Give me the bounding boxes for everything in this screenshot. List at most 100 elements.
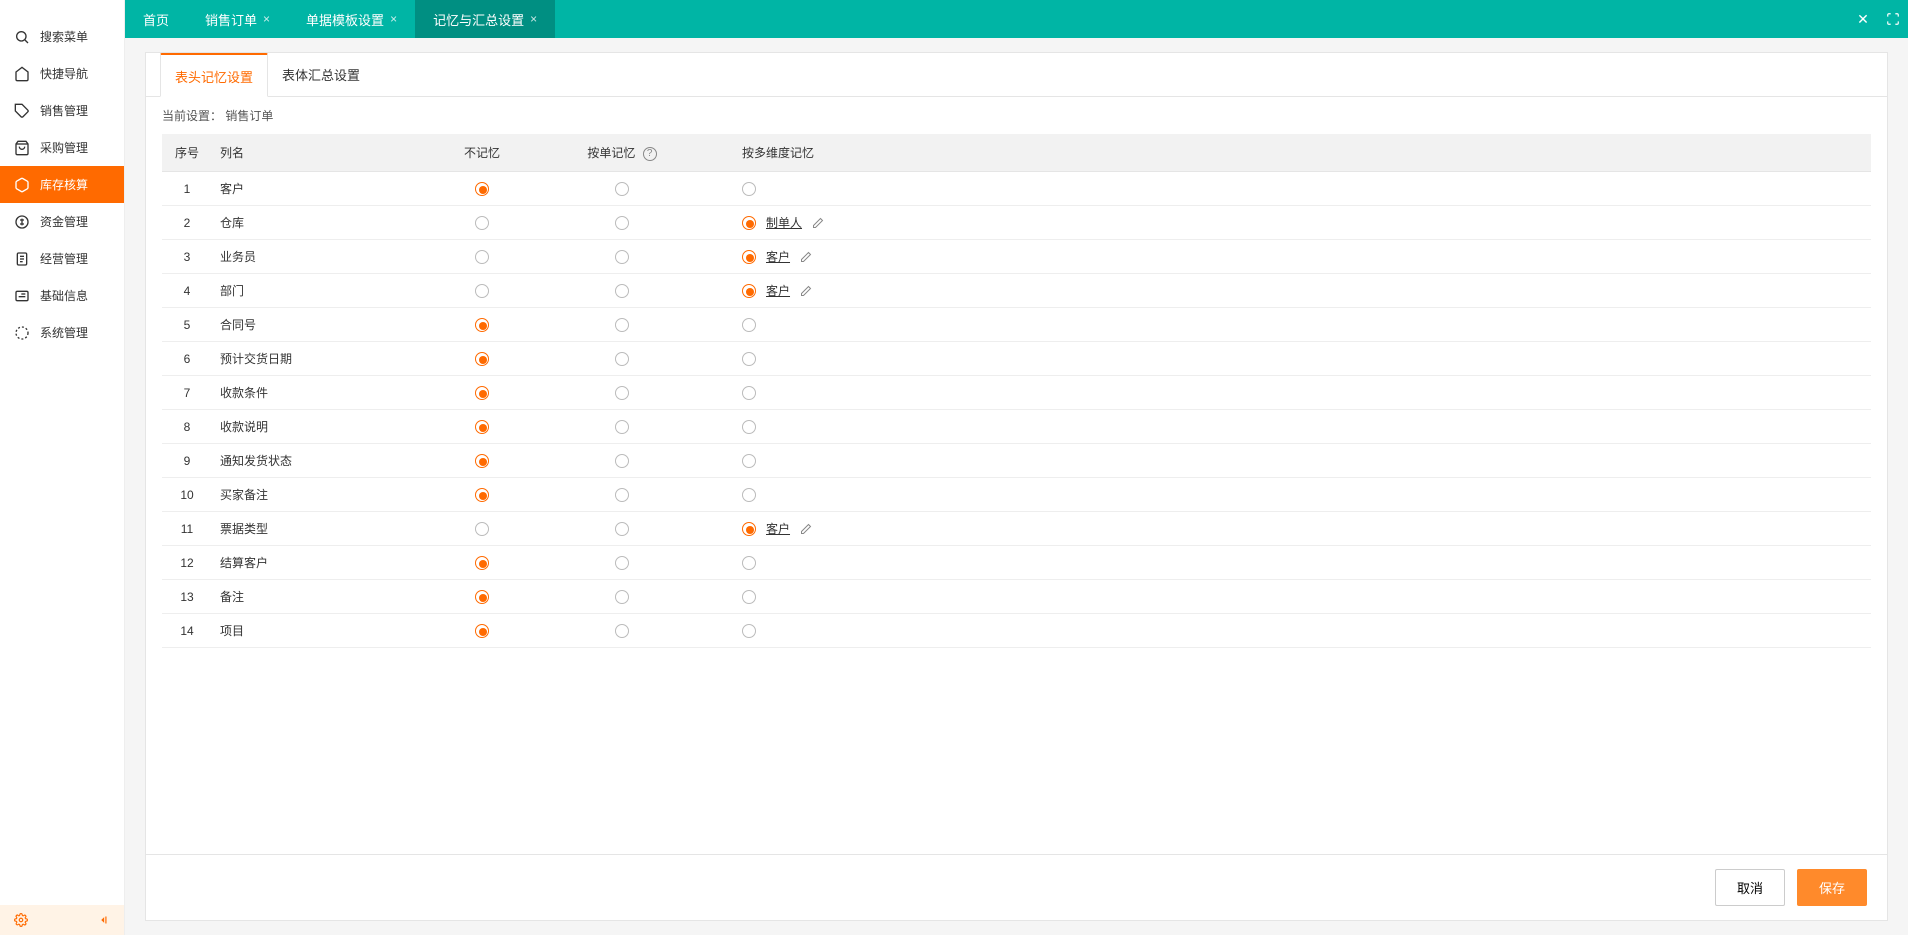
tag-icon [14,103,30,119]
close-icon[interactable]: × [263,12,270,26]
collapse-icon[interactable] [96,913,110,927]
radio-option[interactable] [475,556,489,570]
edit-icon[interactable] [812,217,824,229]
radio-option[interactable] [742,386,756,400]
cell-no-memory [412,512,552,546]
cell-seq: 1 [162,172,212,206]
sidebar-item-6[interactable]: 经营管理 [0,240,124,277]
radio-option[interactable] [615,182,629,196]
radio-option[interactable] [475,284,489,298]
sidebar-item-7[interactable]: 基础信息 [0,277,124,314]
close-all-tabs-button[interactable]: ✕ [1848,11,1878,28]
cell-no-memory [412,614,552,648]
cell-seq: 7 [162,376,212,410]
cell-by-order [552,580,692,614]
radio-option[interactable] [615,386,629,400]
close-icon[interactable]: × [530,12,537,26]
tab-2[interactable]: 单据模板设置× [288,0,415,38]
radio-option[interactable] [475,454,489,468]
radio-option[interactable] [475,216,489,230]
cell-by-order [552,478,692,512]
radio-option[interactable] [475,386,489,400]
radio-option[interactable] [615,624,629,638]
radio-option[interactable] [475,318,489,332]
save-button[interactable]: 保存 [1797,869,1867,906]
cell-by-order [552,546,692,580]
radio-option[interactable] [475,488,489,502]
radio-option[interactable] [742,216,756,230]
radio-option[interactable] [475,250,489,264]
table-row: 2仓库制单人 [162,206,1871,240]
sidebar-item-2[interactable]: 销售管理 [0,92,124,129]
radio-option[interactable] [615,454,629,468]
sidebar-item-1[interactable]: 快捷导航 [0,55,124,92]
sidebar-item-4[interactable]: 库存核算 [0,166,124,203]
cell-no-memory [412,376,552,410]
radio-option[interactable] [615,590,629,604]
radio-option[interactable] [742,182,756,196]
cell-by-multi: 客户 [692,274,1871,308]
edit-icon[interactable] [800,523,812,535]
radio-option[interactable] [742,420,756,434]
radio-option[interactable] [475,522,489,536]
radio-option[interactable] [742,454,756,468]
radio-option[interactable] [742,522,756,536]
radio-option[interactable] [615,352,629,366]
cell-by-multi [692,580,1871,614]
help-icon[interactable]: ? [643,147,657,161]
cell-seq: 4 [162,274,212,308]
sidebar-item-5[interactable]: 资金管理 [0,203,124,240]
subtab-1[interactable]: 表体汇总设置 [268,53,374,97]
multi-dimension-link[interactable]: 客户 [766,520,790,537]
search-icon [14,29,30,45]
cell-no-memory [412,172,552,206]
table-row: 4部门客户 [162,274,1871,308]
sidebar-item-label: 快捷导航 [40,65,88,82]
radio-option[interactable] [615,284,629,298]
sidebar-item-3[interactable]: 采购管理 [0,129,124,166]
radio-option[interactable] [475,352,489,366]
radio-option[interactable] [742,352,756,366]
tab-label: 记忆与汇总设置 [433,10,524,29]
cell-by-multi [692,376,1871,410]
radio-option[interactable] [742,590,756,604]
multi-dimension-link[interactable]: 制单人 [766,214,802,231]
radio-option[interactable] [615,216,629,230]
radio-option[interactable] [742,284,756,298]
edit-icon[interactable] [800,285,812,297]
radio-option[interactable] [742,556,756,570]
table-row: 7收款条件 [162,376,1871,410]
radio-option[interactable] [475,182,489,196]
radio-option[interactable] [615,420,629,434]
close-icon[interactable]: × [390,12,397,26]
subtab-0[interactable]: 表头记忆设置 [160,53,268,97]
radio-option[interactable] [615,488,629,502]
table-row: 1客户 [162,172,1871,206]
tab-1[interactable]: 销售订单× [187,0,288,38]
edit-icon[interactable] [800,251,812,263]
sidebar-item-0[interactable]: 搜索菜单 [0,18,124,55]
radio-option[interactable] [615,250,629,264]
cell-seq: 13 [162,580,212,614]
gear-icon[interactable] [14,913,28,927]
radio-option[interactable] [742,488,756,502]
sidebar-item-8[interactable]: 系统管理 [0,314,124,351]
radio-option[interactable] [742,318,756,332]
radio-option[interactable] [615,522,629,536]
fullscreen-button[interactable] [1878,12,1908,26]
cell-by-multi [692,546,1871,580]
col-header-no-memory: 不记忆 [412,134,552,172]
radio-option[interactable] [475,590,489,604]
radio-option[interactable] [615,556,629,570]
tab-0[interactable]: 首页 [125,0,187,38]
radio-option[interactable] [475,624,489,638]
radio-option[interactable] [742,250,756,264]
current-setting-row: 当前设置： 销售订单 [146,97,1887,134]
multi-dimension-link[interactable]: 客户 [766,248,790,265]
cancel-button[interactable]: 取消 [1715,869,1785,906]
multi-dimension-link[interactable]: 客户 [766,282,790,299]
radio-option[interactable] [615,318,629,332]
radio-option[interactable] [742,624,756,638]
tab-3[interactable]: 记忆与汇总设置 × [415,0,555,38]
radio-option[interactable] [475,420,489,434]
